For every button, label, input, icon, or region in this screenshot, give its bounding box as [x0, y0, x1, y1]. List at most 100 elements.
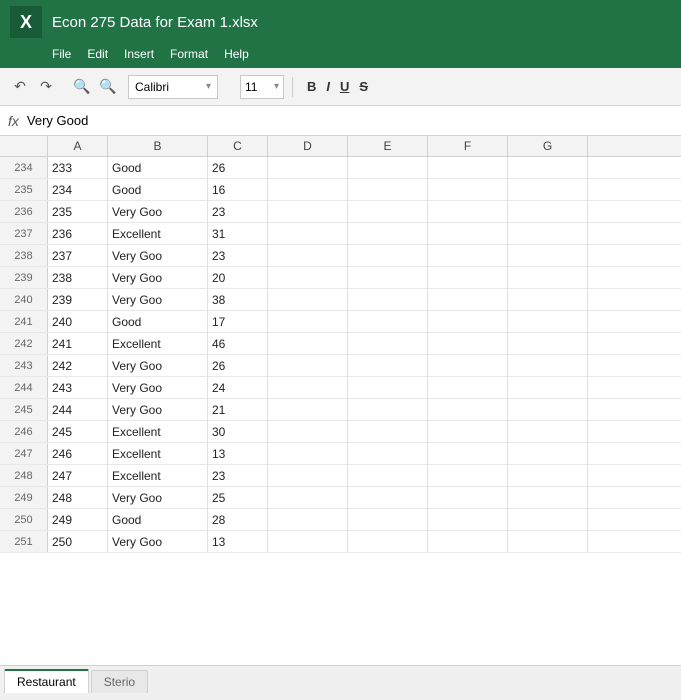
table-row[interactable]: 235 234 Good 16: [0, 179, 681, 201]
cell-g[interactable]: [508, 333, 588, 354]
cell-g[interactable]: [508, 157, 588, 178]
cell-a[interactable]: 249: [48, 509, 108, 530]
cell-a[interactable]: 236: [48, 223, 108, 244]
cell-d[interactable]: [268, 201, 348, 222]
cell-b[interactable]: Very Goo: [108, 531, 208, 552]
menu-file[interactable]: File: [52, 47, 71, 61]
table-row[interactable]: 251 250 Very Goo 13: [0, 531, 681, 553]
col-header-f[interactable]: F: [428, 136, 508, 156]
cell-e[interactable]: [348, 355, 428, 376]
cell-b[interactable]: Very Goo: [108, 267, 208, 288]
bold-button[interactable]: B: [304, 75, 319, 99]
table-row[interactable]: 249 248 Very Goo 25: [0, 487, 681, 509]
table-row[interactable]: 237 236 Excellent 31: [0, 223, 681, 245]
cell-c[interactable]: 23: [208, 465, 268, 486]
cell-a[interactable]: 234: [48, 179, 108, 200]
col-header-g[interactable]: G: [508, 136, 588, 156]
col-header-b[interactable]: B: [108, 136, 208, 156]
cell-d[interactable]: [268, 509, 348, 530]
cell-e[interactable]: [348, 245, 428, 266]
table-row[interactable]: 250 249 Good 28: [0, 509, 681, 531]
cell-f[interactable]: [428, 311, 508, 332]
cell-b[interactable]: Good: [108, 179, 208, 200]
cell-e[interactable]: [348, 179, 428, 200]
cell-g[interactable]: [508, 201, 588, 222]
cell-b[interactable]: Good: [108, 509, 208, 530]
cell-d[interactable]: [268, 245, 348, 266]
formula-input[interactable]: [27, 113, 673, 128]
cell-f[interactable]: [428, 245, 508, 266]
table-row[interactable]: 242 241 Excellent 46: [0, 333, 681, 355]
redo-button[interactable]: ↷: [34, 75, 58, 99]
cell-f[interactable]: [428, 179, 508, 200]
menu-format[interactable]: Format: [170, 47, 208, 61]
cell-b[interactable]: Excellent: [108, 333, 208, 354]
cell-d[interactable]: [268, 465, 348, 486]
zoom-in-button[interactable]: 🔍: [70, 75, 94, 99]
cell-g[interactable]: [508, 179, 588, 200]
cell-d[interactable]: [268, 289, 348, 310]
cell-f[interactable]: [428, 399, 508, 420]
cell-g[interactable]: [508, 421, 588, 442]
cell-a[interactable]: 241: [48, 333, 108, 354]
cell-g[interactable]: [508, 355, 588, 376]
cell-b[interactable]: Very Goo: [108, 399, 208, 420]
cell-d[interactable]: [268, 421, 348, 442]
cell-e[interactable]: [348, 201, 428, 222]
cell-e[interactable]: [348, 223, 428, 244]
col-header-a[interactable]: A: [48, 136, 108, 156]
table-row[interactable]: 247 246 Excellent 13: [0, 443, 681, 465]
cell-d[interactable]: [268, 179, 348, 200]
cell-c[interactable]: 31: [208, 223, 268, 244]
cell-f[interactable]: [428, 223, 508, 244]
cell-c[interactable]: 26: [208, 157, 268, 178]
cell-d[interactable]: [268, 487, 348, 508]
cell-f[interactable]: [428, 509, 508, 530]
cell-a[interactable]: 248: [48, 487, 108, 508]
cell-g[interactable]: [508, 465, 588, 486]
cell-b[interactable]: Excellent: [108, 443, 208, 464]
italic-button[interactable]: I: [323, 75, 333, 99]
menu-insert[interactable]: Insert: [124, 47, 154, 61]
cell-a[interactable]: 240: [48, 311, 108, 332]
cell-g[interactable]: [508, 289, 588, 310]
cell-e[interactable]: [348, 267, 428, 288]
cell-d[interactable]: [268, 377, 348, 398]
cell-c[interactable]: 21: [208, 399, 268, 420]
table-row[interactable]: 244 243 Very Goo 24: [0, 377, 681, 399]
table-row[interactable]: 240 239 Very Goo 38: [0, 289, 681, 311]
cell-f[interactable]: [428, 355, 508, 376]
cell-c[interactable]: 16: [208, 179, 268, 200]
cell-e[interactable]: [348, 333, 428, 354]
cell-c[interactable]: 28: [208, 509, 268, 530]
cell-e[interactable]: [348, 157, 428, 178]
cell-a[interactable]: 235: [48, 201, 108, 222]
cell-a[interactable]: 245: [48, 421, 108, 442]
cell-a[interactable]: 243: [48, 377, 108, 398]
cell-b[interactable]: Good: [108, 157, 208, 178]
cell-d[interactable]: [268, 157, 348, 178]
table-row[interactable]: 245 244 Very Goo 21: [0, 399, 681, 421]
cell-c[interactable]: 20: [208, 267, 268, 288]
cell-a[interactable]: 233: [48, 157, 108, 178]
cell-e[interactable]: [348, 421, 428, 442]
cell-f[interactable]: [428, 267, 508, 288]
cell-a[interactable]: 247: [48, 465, 108, 486]
table-row[interactable]: 236 235 Very Goo 23: [0, 201, 681, 223]
cell-c[interactable]: 23: [208, 201, 268, 222]
cell-e[interactable]: [348, 509, 428, 530]
font-size-selector[interactable]: 11 ▾: [240, 75, 284, 99]
table-row[interactable]: 246 245 Excellent 30: [0, 421, 681, 443]
cell-c[interactable]: 46: [208, 333, 268, 354]
cell-f[interactable]: [428, 201, 508, 222]
cell-d[interactable]: [268, 267, 348, 288]
cell-a[interactable]: 238: [48, 267, 108, 288]
cell-g[interactable]: [508, 399, 588, 420]
cell-d[interactable]: [268, 355, 348, 376]
cell-e[interactable]: [348, 465, 428, 486]
zoom-out-button[interactable]: 🔍: [96, 75, 120, 99]
cell-c[interactable]: 13: [208, 531, 268, 552]
cell-g[interactable]: [508, 223, 588, 244]
cell-c[interactable]: 25: [208, 487, 268, 508]
table-row[interactable]: 238 237 Very Goo 23: [0, 245, 681, 267]
